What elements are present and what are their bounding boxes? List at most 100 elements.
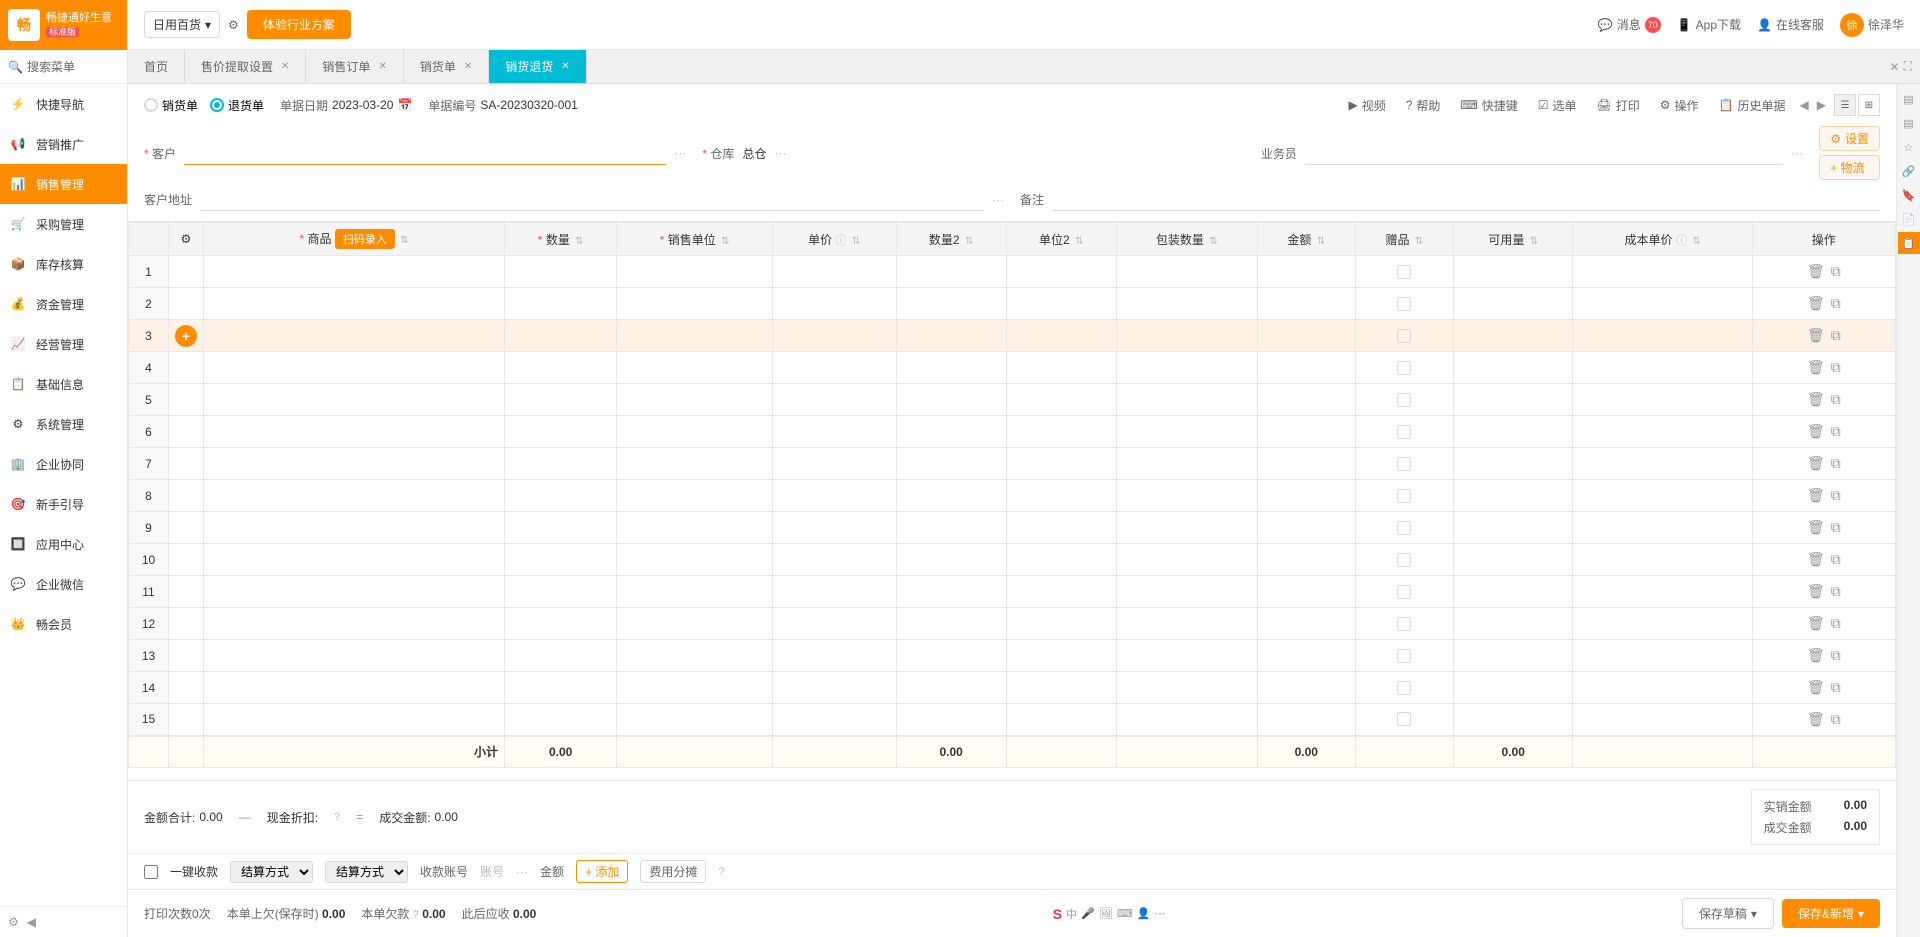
cell-gift[interactable]: [1355, 576, 1453, 608]
cell-amount[interactable]: [1257, 672, 1355, 704]
cell-quantity[interactable]: [504, 544, 616, 576]
cell-unit2[interactable]: [1006, 256, 1116, 288]
cell-available[interactable]: [1453, 448, 1573, 480]
cell-unit[interactable]: [617, 608, 772, 640]
help-btn[interactable]: ? 帮助: [1400, 95, 1447, 116]
cell-price[interactable]: [772, 480, 896, 512]
cell-unit[interactable]: [617, 288, 772, 320]
cell-price[interactable]: [772, 320, 896, 352]
cell-amount[interactable]: [1257, 352, 1355, 384]
available-sort-icon[interactable]: ⇅: [1530, 236, 1538, 247]
cell-available[interactable]: [1453, 672, 1573, 704]
cell-quantity[interactable]: [504, 320, 616, 352]
rp-doc-icon[interactable]: 📄: [1898, 208, 1920, 230]
copy-icon[interactable]: ⧉: [1831, 327, 1841, 344]
message-btn[interactable]: 💬 消息 70: [1598, 16, 1661, 33]
cell-price[interactable]: [772, 288, 896, 320]
sidebar-item-member[interactable]: 👑 畅会员: [0, 604, 127, 644]
sidebar-item-finance[interactable]: 💰 资金管理: [0, 284, 127, 324]
online-service-btn[interactable]: 👤 在线客服: [1757, 16, 1824, 33]
debt-help-icon[interactable]: ?: [413, 909, 419, 921]
unit2-sort-icon[interactable]: ⇅: [1075, 236, 1083, 247]
cell-available[interactable]: [1453, 512, 1573, 544]
help-icon[interactable]: ?: [334, 811, 340, 823]
cell-unit2[interactable]: [1006, 608, 1116, 640]
settings-btn[interactable]: ⚙ 设置: [1819, 126, 1880, 151]
settlement-select[interactable]: 结算方式: [230, 861, 313, 883]
gift-checkbox[interactable]: [1397, 361, 1411, 375]
cell-price[interactable]: [772, 576, 896, 608]
sidebar-item-basic[interactable]: 📋 基础信息: [0, 364, 127, 404]
sidebar-item-purchase[interactable]: 🛒 采购管理: [0, 204, 127, 244]
cell-qty2[interactable]: [896, 416, 1006, 448]
cell-quantity[interactable]: [504, 288, 616, 320]
copy-icon[interactable]: ⧉: [1831, 647, 1841, 664]
qty2-sort-icon[interactable]: ⇅: [965, 236, 973, 247]
cell-pack-qty[interactable]: [1116, 256, 1257, 288]
one-click-payment-checkbox[interactable]: [144, 865, 158, 879]
cell-gift[interactable]: [1355, 288, 1453, 320]
tab-sales-return[interactable]: 销货退货 ✕: [489, 50, 586, 83]
address-input[interactable]: [200, 188, 984, 211]
gift-checkbox[interactable]: [1397, 425, 1411, 439]
cell-qty2[interactable]: [896, 544, 1006, 576]
save-new-btn[interactable]: 保存&新增 ▾: [1782, 899, 1880, 928]
add-row-btn[interactable]: +: [175, 325, 197, 347]
cell-unit2[interactable]: [1006, 352, 1116, 384]
cell-amount[interactable]: [1257, 256, 1355, 288]
settings-icon[interactable]: ⚙: [8, 915, 19, 929]
cell-qty2[interactable]: [896, 480, 1006, 512]
cell-amount[interactable]: [1257, 480, 1355, 512]
cell-cost-price[interactable]: [1573, 608, 1752, 640]
cell-price[interactable]: [772, 608, 896, 640]
split-btn[interactable]: 费用分摊: [640, 860, 706, 883]
cell-product[interactable]: [204, 512, 505, 544]
tab-close-icon[interactable]: ✕: [281, 61, 289, 72]
delete-icon[interactable]: 🗑: [1807, 455, 1825, 472]
delete-icon[interactable]: 🗑: [1807, 583, 1825, 600]
gift-checkbox[interactable]: [1397, 681, 1411, 695]
staff-input[interactable]: [1305, 142, 1783, 165]
video-btn[interactable]: ▶ 视频: [1342, 95, 1391, 116]
tab-price-setting[interactable]: 售价提取设置 ✕: [185, 50, 306, 83]
maximize-icon[interactable]: ⛶: [1904, 59, 1912, 74]
cell-pack-qty[interactable]: [1116, 416, 1257, 448]
cell-available[interactable]: [1453, 256, 1573, 288]
cell-qty2[interactable]: [896, 256, 1006, 288]
cell-amount[interactable]: [1257, 544, 1355, 576]
gift-checkbox[interactable]: [1397, 649, 1411, 663]
cell-price[interactable]: [772, 672, 896, 704]
cell-cost-price[interactable]: [1573, 544, 1752, 576]
cell-pack-qty[interactable]: [1116, 352, 1257, 384]
copy-icon[interactable]: ⧉: [1831, 359, 1841, 376]
cell-price[interactable]: [772, 512, 896, 544]
history-btn[interactable]: 📋 历史单据: [1713, 95, 1792, 116]
rp-link-icon[interactable]: 🔗: [1898, 160, 1920, 182]
cell-pack-qty[interactable]: [1116, 672, 1257, 704]
cell-pack-qty[interactable]: [1116, 608, 1257, 640]
print-btn[interactable]: 🖨 打印: [1591, 95, 1646, 116]
cell-price[interactable]: [772, 256, 896, 288]
tab-close-icon[interactable]: ✕: [378, 61, 386, 72]
experience-btn[interactable]: 体验行业方案: [247, 10, 351, 39]
cell-qty2[interactable]: [896, 448, 1006, 480]
gift-sort-icon[interactable]: ⇅: [1415, 236, 1423, 247]
cell-qty2[interactable]: [896, 352, 1006, 384]
cell-cost-price[interactable]: [1573, 416, 1752, 448]
cell-available[interactable]: [1453, 384, 1573, 416]
cell-product[interactable]: [204, 288, 505, 320]
cell-qty2[interactable]: [896, 608, 1006, 640]
cell-price[interactable]: [772, 640, 896, 672]
shortcut-btn[interactable]: ⌨ 快捷键: [1454, 95, 1523, 116]
cell-price[interactable]: [772, 384, 896, 416]
cell-available[interactable]: [1453, 640, 1573, 672]
cell-price[interactable]: [772, 352, 896, 384]
tab-sales-delivery[interactable]: 销货单 ✕: [404, 50, 489, 83]
cell-product[interactable]: [204, 416, 505, 448]
delete-icon[interactable]: 🗑: [1807, 295, 1825, 312]
cell-available[interactable]: [1453, 544, 1573, 576]
sidebar-item-system[interactable]: ⚙ 系统管理: [0, 404, 127, 444]
cell-available[interactable]: [1453, 320, 1573, 352]
cell-gift[interactable]: [1355, 352, 1453, 384]
cell-pack-qty[interactable]: [1116, 640, 1257, 672]
